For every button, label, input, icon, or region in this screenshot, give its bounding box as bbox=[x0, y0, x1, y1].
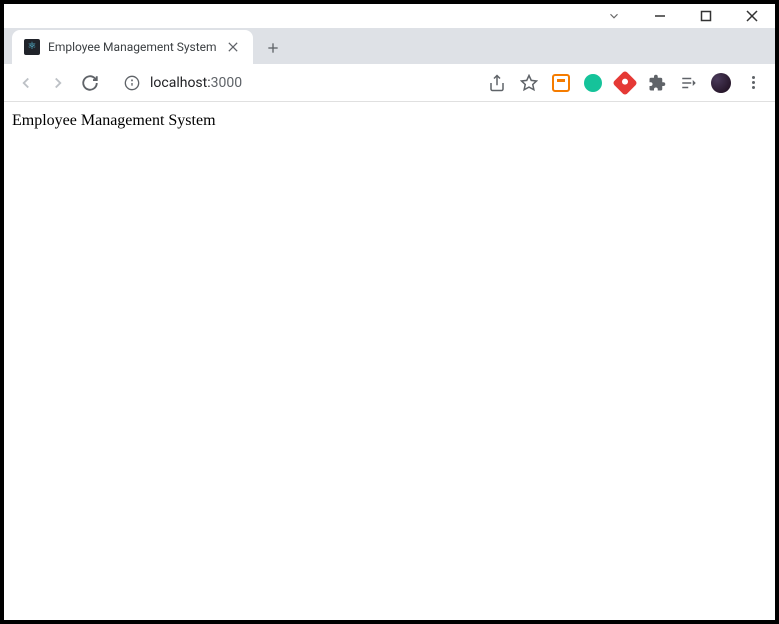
address-bar[interactable]: localhost:3000 bbox=[114, 68, 477, 98]
reading-list-icon[interactable] bbox=[679, 73, 699, 93]
window-controls bbox=[4, 4, 775, 28]
toolbar-actions bbox=[487, 73, 767, 93]
close-window-button[interactable] bbox=[729, 4, 775, 28]
profile-avatar[interactable] bbox=[711, 73, 731, 93]
page-heading: Employee Management System bbox=[12, 112, 767, 130]
extension-green-icon[interactable] bbox=[583, 73, 603, 93]
share-icon[interactable] bbox=[487, 73, 507, 93]
tab-search-dropdown[interactable] bbox=[591, 4, 637, 28]
extension-orange-icon[interactable] bbox=[551, 73, 571, 93]
forward-button[interactable] bbox=[44, 69, 72, 97]
reload-button[interactable] bbox=[76, 69, 104, 97]
chrome-menu-button[interactable] bbox=[743, 73, 763, 93]
site-info-icon[interactable] bbox=[124, 75, 140, 91]
url-host: localhost: bbox=[150, 75, 211, 91]
browser-tab[interactable]: ⚛ Employee Management System bbox=[12, 30, 253, 64]
react-favicon: ⚛ bbox=[24, 39, 40, 55]
back-button[interactable] bbox=[12, 69, 40, 97]
extension-red-shield-icon[interactable] bbox=[615, 73, 635, 93]
tab-strip: ⚛ Employee Management System bbox=[4, 28, 775, 64]
browser-toolbar: localhost:3000 bbox=[4, 64, 775, 102]
new-tab-button[interactable] bbox=[259, 34, 287, 62]
url-port: 3000 bbox=[211, 75, 242, 91]
tab-close-button[interactable] bbox=[225, 39, 241, 55]
extensions-puzzle-icon[interactable] bbox=[647, 73, 667, 93]
tab-title: Employee Management System bbox=[48, 40, 217, 54]
maximize-button[interactable] bbox=[683, 4, 729, 28]
page-content: Employee Management System bbox=[4, 102, 775, 620]
url-text: localhost:3000 bbox=[150, 75, 467, 91]
bookmark-star-icon[interactable] bbox=[519, 73, 539, 93]
minimize-button[interactable] bbox=[637, 4, 683, 28]
